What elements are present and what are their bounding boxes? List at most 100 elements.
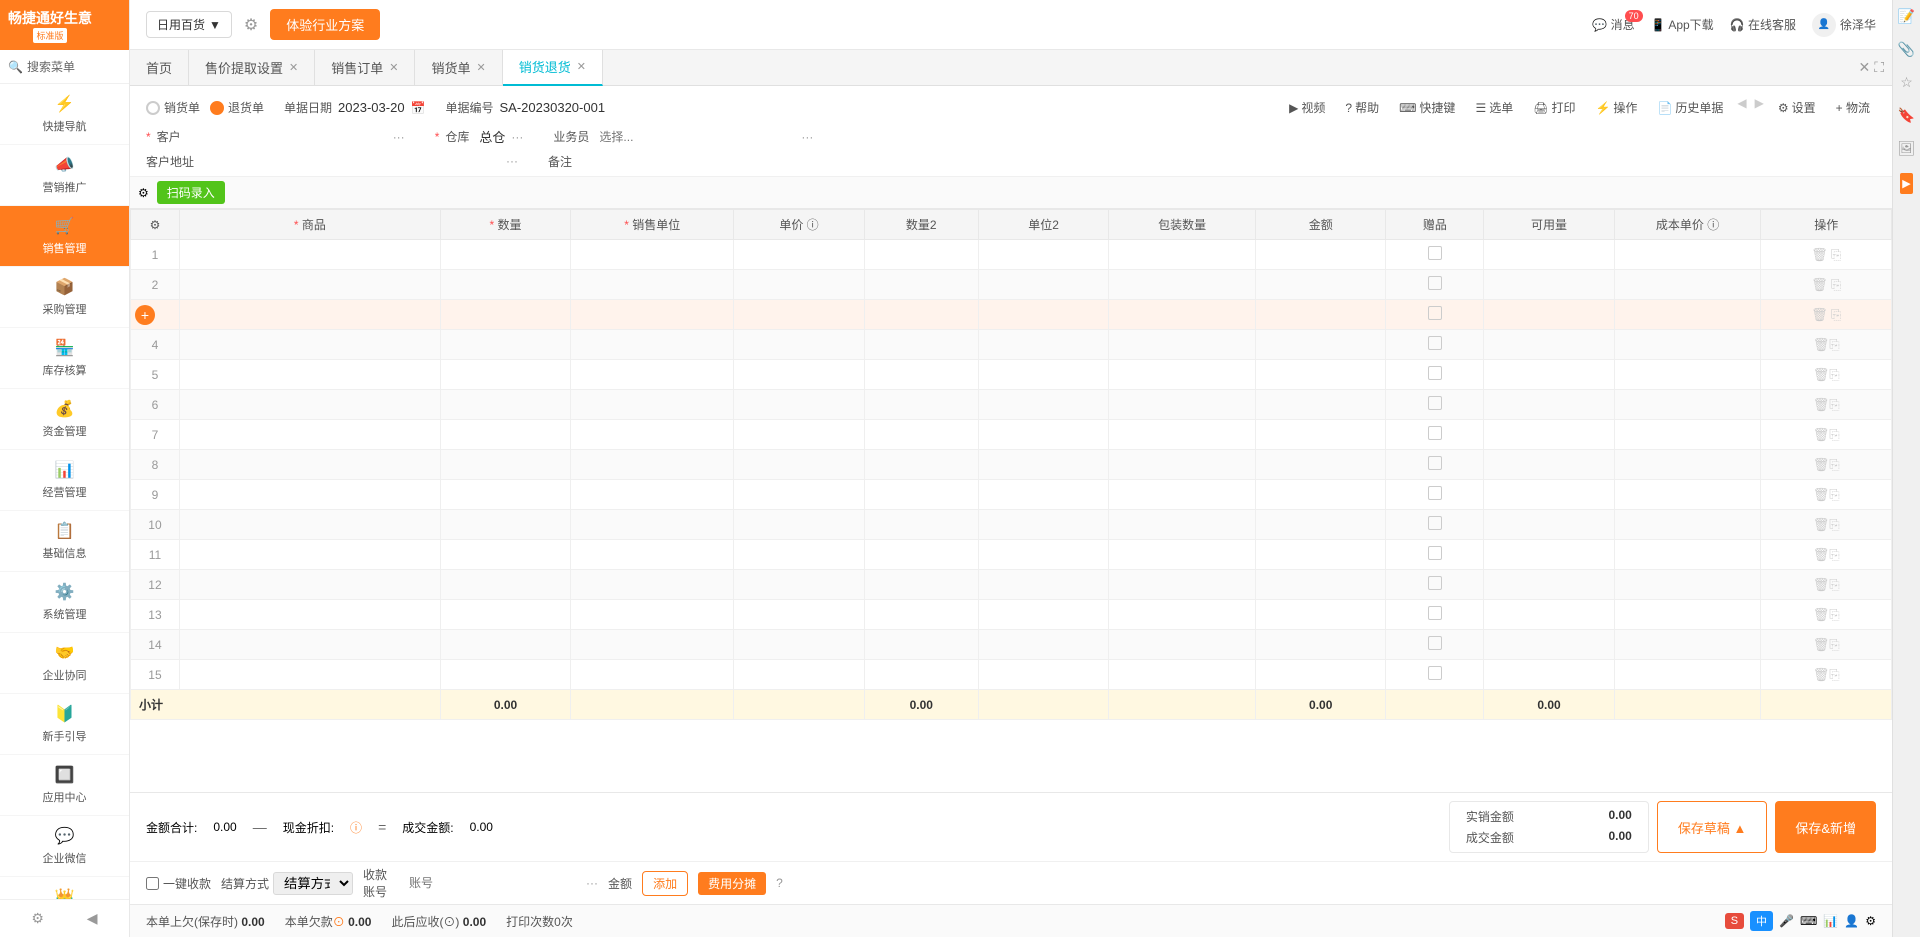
mic-icon[interactable]: 🎤 xyxy=(1779,914,1794,928)
row-1-cost-price[interactable] xyxy=(1614,240,1761,270)
sidebar-item-system[interactable]: ⚙️ 系统管理 xyxy=(0,572,129,633)
row-3-qty[interactable] xyxy=(440,300,570,330)
sidebar-item-apps[interactable]: 🔲 应用中心 xyxy=(0,755,129,816)
payment-method-select[interactable]: 结算方式 xyxy=(273,872,353,895)
add-row-button[interactable]: + xyxy=(135,305,155,325)
row-3-product-input[interactable] xyxy=(184,308,436,322)
copy-icon[interactable]: ⎘ xyxy=(1829,367,1839,382)
account-input[interactable] xyxy=(403,874,582,892)
row-3-cost-price[interactable] xyxy=(1614,300,1761,330)
warehouse-value[interactable]: 总仓 xyxy=(479,127,505,146)
topbar-gear-icon[interactable]: ⚙ xyxy=(244,15,258,35)
copy-icon[interactable]: ⎘ xyxy=(1829,637,1839,652)
row-1-qty[interactable] xyxy=(440,240,570,270)
nav-prev-icon[interactable]: ◀ xyxy=(1737,96,1746,119)
row-3-unit-price[interactable] xyxy=(734,300,864,330)
row-2-available[interactable] xyxy=(1484,270,1614,300)
settings-icon[interactable]: ⚙ xyxy=(31,910,44,927)
tab-sales-order-close[interactable]: ✕ xyxy=(389,61,398,74)
tabs-maximize-icon[interactable]: ⛶ xyxy=(1874,59,1884,76)
tab-sales-return[interactable]: 销货退货 ✕ xyxy=(503,50,603,86)
col-settings[interactable]: ⚙ xyxy=(131,210,180,240)
doc-debt-info[interactable]: ⊙ xyxy=(333,915,345,929)
row-1-sales-unit[interactable] xyxy=(571,240,734,270)
delete-icon[interactable]: 🗑 xyxy=(1813,367,1830,382)
sidebar-item-marketing[interactable]: 📣 营销推广 xyxy=(0,145,129,206)
radio-sales[interactable]: 销货单 xyxy=(146,99,200,116)
radio-return[interactable]: 退货单 xyxy=(210,99,264,116)
sidebar-item-finance[interactable]: 💰 资金管理 xyxy=(0,389,129,450)
collapse-icon[interactable]: ◀ xyxy=(87,910,98,927)
tabs-close-all-icon[interactable]: ✕ xyxy=(1858,59,1870,76)
row-1-product[interactable] xyxy=(179,240,440,270)
tab-sales-return-close[interactable]: ✕ xyxy=(577,60,586,73)
copy-icon[interactable]: ⎘ xyxy=(1829,337,1839,352)
tab-price-setting-close[interactable]: ✕ xyxy=(289,61,298,74)
sidebar-item-wechat[interactable]: 💬 企业微信 xyxy=(0,816,129,877)
row-2-pack-qty[interactable] xyxy=(1109,270,1256,300)
tab-home[interactable]: 首页 xyxy=(130,50,189,86)
keyboard-icon2[interactable]: ⌨ xyxy=(1800,914,1817,928)
user-menu[interactable]: 👤 徐泽华 xyxy=(1812,13,1876,37)
history-btn[interactable]: 📄 历史单据 xyxy=(1651,96,1729,119)
copy-row-3-icon[interactable]: ⎘ xyxy=(1831,307,1841,322)
staff-input[interactable] xyxy=(595,128,795,146)
person-icon[interactable]: 👤 xyxy=(1844,914,1859,928)
add-payment-button[interactable]: 添加 xyxy=(642,871,688,896)
account-dots-icon[interactable]: ··· xyxy=(586,876,598,890)
tab-sales-delivery[interactable]: 销货单 ✕ xyxy=(415,50,502,86)
copy-icon[interactable]: ⎘ xyxy=(1829,457,1839,472)
row-2-unit2[interactable] xyxy=(978,270,1108,300)
row-1-qty2[interactable] xyxy=(864,240,978,270)
customer-input[interactable] xyxy=(187,128,387,146)
sidebar-item-sales[interactable]: 🛒 销售管理 xyxy=(0,206,129,267)
video-btn[interactable]: ▶ 视频 xyxy=(1283,96,1331,119)
fee-help-icon[interactable]: ? xyxy=(776,876,783,890)
operate-btn[interactable]: ⚡ 操作 xyxy=(1589,96,1643,119)
copy-icon[interactable]: ⎘ xyxy=(1829,607,1839,622)
one-key-payment-check[interactable]: 一键收款 xyxy=(146,875,211,892)
delete-icon[interactable]: 🗑 xyxy=(1813,547,1830,562)
sidebar-item-basic[interactable]: 📋 基础信息 xyxy=(0,511,129,572)
help-btn[interactable]: ? 帮助 xyxy=(1339,96,1385,119)
save-new-button[interactable]: 保存&新增 xyxy=(1775,801,1876,853)
row-1-amount[interactable] xyxy=(1256,240,1386,270)
column-settings-icon[interactable]: ⚙ xyxy=(138,186,149,200)
logistics-btn[interactable]: + 物流 xyxy=(1830,96,1876,119)
delete-icon[interactable]: 🗑 xyxy=(1813,577,1830,592)
row-2-qty[interactable] xyxy=(440,270,570,300)
tab-sales-order[interactable]: 销售订单 ✕ xyxy=(315,50,415,86)
save-draft-button[interactable]: 保存草稿 ▲ xyxy=(1657,801,1768,853)
rs-star-icon[interactable]: ☆ xyxy=(1900,74,1913,91)
sidebar-item-purchase[interactable]: 📦 采购管理 xyxy=(0,267,129,328)
sidebar-item-inventory[interactable]: 🏪 库存核算 xyxy=(0,328,129,389)
delete-icon[interactable]: 🗑 xyxy=(1813,607,1830,622)
customer-picker-icon[interactable]: ··· xyxy=(393,130,405,144)
copy-icon[interactable]: ⎘ xyxy=(1829,487,1839,502)
delete-icon[interactable]: 🗑 xyxy=(1813,457,1830,472)
online-service-button[interactable]: 🎧 在线客服 xyxy=(1730,16,1796,33)
row-1-gift[interactable] xyxy=(1386,240,1484,270)
row-2-sales-unit[interactable] xyxy=(571,270,734,300)
gift-checkbox-2[interactable] xyxy=(1428,276,1442,290)
delete-icon[interactable]: 🗑 xyxy=(1813,517,1830,532)
fee-split-button[interactable]: 费用分摊 xyxy=(698,872,766,895)
settings-view-btn[interactable]: ⚙ 设置 xyxy=(1772,96,1822,119)
delete-icon[interactable]: 🗑 xyxy=(1813,667,1830,682)
scan-input-button[interactable]: 扫码录入 xyxy=(157,181,225,204)
row-3-sales-unit[interactable] xyxy=(571,300,734,330)
copy-icon[interactable]: ⎘ xyxy=(1829,517,1839,532)
copy-icon[interactable]: ⎘ xyxy=(1829,397,1839,412)
delete-row-3-icon[interactable]: 🗑 xyxy=(1811,307,1828,322)
industry-select[interactable]: 日用百货 ▼ xyxy=(146,11,232,38)
row-2-product[interactable] xyxy=(179,270,440,300)
sidebar-item-enterprise[interactable]: 🤝 企业协同 xyxy=(0,633,129,694)
docno-value[interactable]: SA-20230320-001 xyxy=(500,100,606,115)
nav-next-icon[interactable]: ▶ xyxy=(1755,96,1764,119)
rs-bookmark-icon[interactable]: 🔖 xyxy=(1898,107,1915,124)
select-btn[interactable]: ☰ 选单 xyxy=(1469,96,1519,119)
delete-icon[interactable]: 🗑 xyxy=(1813,487,1830,502)
app-download-button[interactable]: 📱 App下载 xyxy=(1651,16,1714,33)
shortcuts-btn[interactable]: ⌨ 快捷键 xyxy=(1393,96,1461,119)
copy-row-1-icon[interactable]: ⎘ xyxy=(1831,247,1841,262)
